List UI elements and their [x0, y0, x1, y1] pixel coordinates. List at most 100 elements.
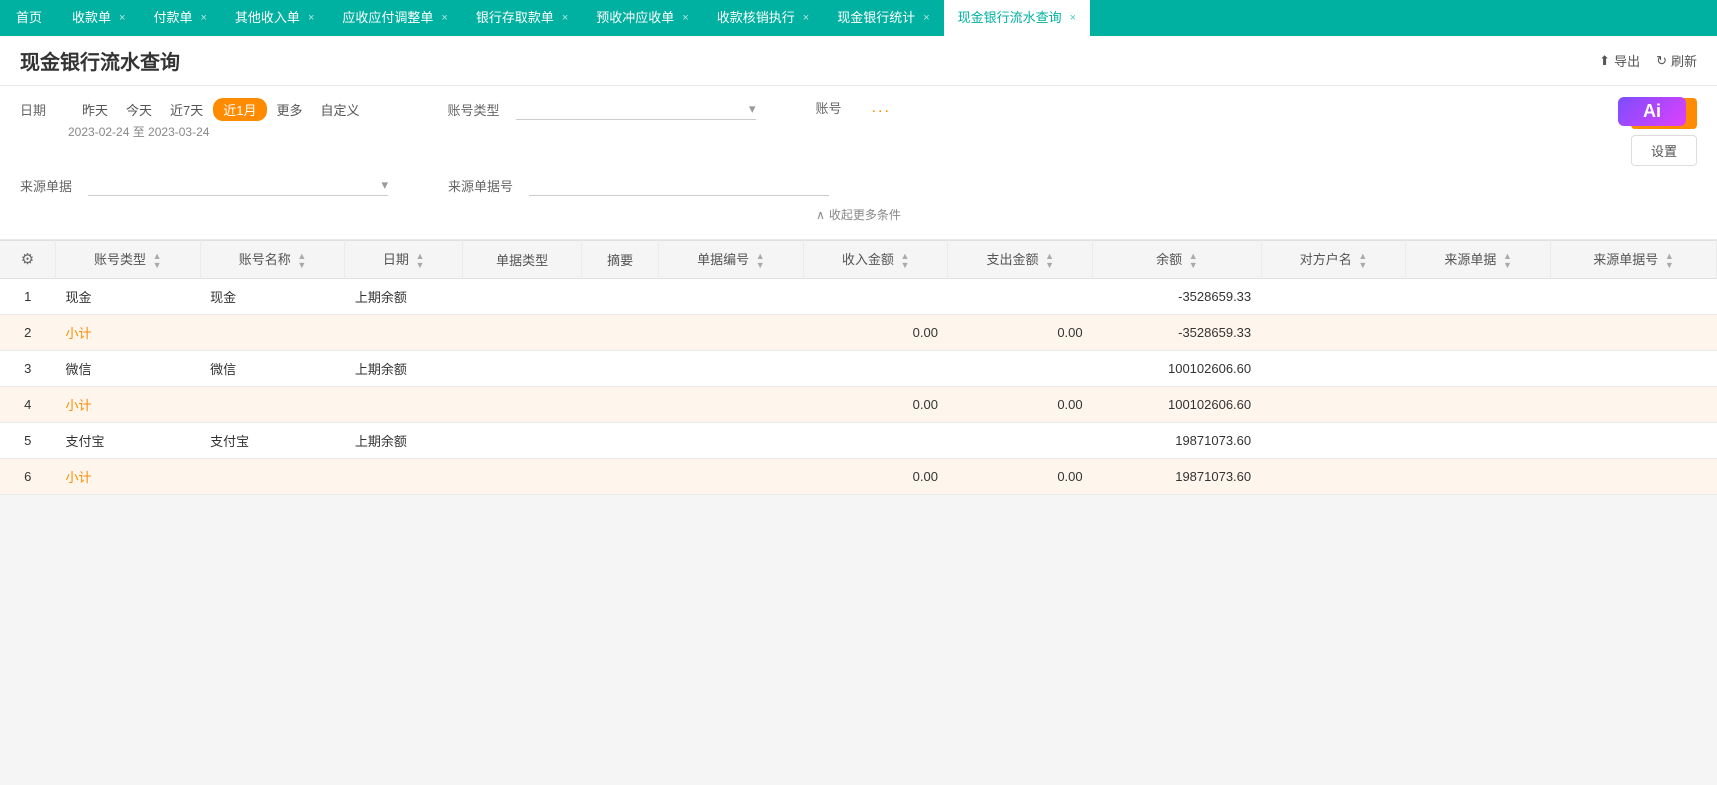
close-icon[interactable]: ×: [803, 0, 809, 36]
table-cell: 上期余额: [345, 278, 463, 314]
nav-item-1[interactable]: 付款单 ×: [139, 0, 220, 36]
date-today[interactable]: 今天: [118, 98, 160, 121]
nav-item-2[interactable]: 其他收入单 ×: [221, 0, 328, 36]
col-doc-no[interactable]: 单据编号 ▲▼: [659, 241, 804, 279]
date-label: 日期: [20, 100, 60, 119]
table-cell: 0.00: [948, 314, 1093, 350]
col-source-doc-no[interactable]: 来源单据号 ▲▼: [1551, 241, 1717, 279]
sort-icon: ▲▼: [1665, 252, 1674, 270]
close-icon[interactable]: ×: [119, 0, 125, 36]
date-custom[interactable]: 自定义: [313, 98, 368, 121]
sort-icon: ▲▼: [1503, 252, 1512, 270]
table-cell: [462, 278, 581, 314]
close-icon[interactable]: ×: [682, 0, 688, 36]
ai-button[interactable]: Ai: [1618, 97, 1686, 126]
table-cell: 现金: [200, 278, 345, 314]
source-doc-arrow-icon[interactable]: ▾: [381, 177, 388, 193]
table-row: 4小计0.000.00100102606.60: [0, 386, 1717, 422]
table-cell: [462, 314, 581, 350]
table-cell: [948, 350, 1093, 386]
col-summary[interactable]: 摘要: [582, 241, 659, 279]
header-actions: ⬆ 导出 ↻ 刷新: [1599, 51, 1697, 70]
account-type-select[interactable]: ▾: [516, 98, 756, 120]
source-doc-label: 来源单据: [20, 176, 72, 195]
col-account-name[interactable]: 账号名称 ▲▼: [200, 241, 345, 279]
col-account-type[interactable]: 账号类型 ▲▼: [55, 241, 200, 279]
nav-item-7[interactable]: 现金银行统计 ×: [823, 0, 943, 36]
date-more[interactable]: 更多: [269, 98, 311, 121]
col-income[interactable]: 收入金额 ▲▼: [803, 241, 948, 279]
table-cell: [659, 314, 804, 350]
account-ellipsis[interactable]: ...: [872, 99, 891, 117]
table-cell: [345, 458, 463, 494]
table-cell: 0.00: [803, 458, 948, 494]
nav-item-0[interactable]: 收款单 ×: [58, 0, 139, 36]
refresh-button[interactable]: ↻ 刷新: [1656, 51, 1697, 70]
export-button[interactable]: ⬆ 导出: [1599, 51, 1640, 70]
close-icon[interactable]: ×: [1070, 0, 1076, 36]
close-icon[interactable]: ×: [200, 0, 206, 36]
table-cell: 2: [0, 314, 55, 350]
date-range: 2023-02-24 至 2023-03-24: [68, 123, 368, 140]
table-cell: [582, 458, 659, 494]
sort-icon: ▲▼: [153, 252, 162, 270]
table-cell: [803, 422, 948, 458]
table-cell: [948, 278, 1093, 314]
date-7days[interactable]: 近7天: [162, 98, 211, 121]
table-cell: 3: [0, 350, 55, 386]
col-balance[interactable]: 余额 ▲▼: [1093, 241, 1262, 279]
table-cell: [345, 314, 463, 350]
account-type-input[interactable]: [516, 98, 749, 119]
table-cell: [1406, 386, 1551, 422]
date-yesterday[interactable]: 昨天: [74, 98, 116, 121]
filter-area: 日期 昨天 今天 近7天 近1月 更多 自定义 2023-02-24 至 202…: [0, 86, 1717, 240]
table-cell: [1261, 458, 1406, 494]
table-cell: [803, 278, 948, 314]
table-cell: [462, 350, 581, 386]
close-icon[interactable]: ×: [441, 0, 447, 36]
col-expense[interactable]: 支出金额 ▲▼: [948, 241, 1093, 279]
sort-icon: ▲▼: [416, 252, 425, 270]
nav-item-8[interactable]: 现金银行流水查询 ×: [944, 0, 1090, 36]
col-gear[interactable]: ⚙: [0, 241, 55, 279]
nav-item-3[interactable]: 应收应付调整单 ×: [328, 0, 461, 36]
col-date[interactable]: 日期 ▲▼: [345, 241, 463, 279]
source-doc-no-input-wrapper[interactable]: [529, 174, 829, 196]
gear-icon[interactable]: ⚙: [21, 251, 34, 268]
nav-item-5[interactable]: 预收冲应收单 ×: [582, 0, 702, 36]
col-counterparty[interactable]: 对方户名 ▲▼: [1261, 241, 1406, 279]
table-cell: 100102606.60: [1093, 386, 1262, 422]
table-cell: 6: [0, 458, 55, 494]
source-doc-select[interactable]: ▾: [88, 174, 388, 196]
table-cell: 19871073.60: [1093, 422, 1262, 458]
settings-button[interactable]: 设置: [1631, 135, 1697, 166]
source-doc-input[interactable]: [88, 174, 381, 195]
source-doc-no-input[interactable]: [529, 174, 829, 195]
export-icon: ⬆: [1599, 53, 1610, 69]
col-doc-type[interactable]: 单据类型: [462, 241, 581, 279]
nav-item-6[interactable]: 收款核销执行 ×: [703, 0, 823, 36]
table-cell: [948, 422, 1093, 458]
table-cell: [582, 278, 659, 314]
table-cell: [1406, 278, 1551, 314]
table-cell: [1261, 314, 1406, 350]
date-1month[interactable]: 近1月: [213, 98, 266, 121]
nav-item-4[interactable]: 银行存取款单 ×: [462, 0, 582, 36]
table-row: 1现金现金上期余额-3528659.33: [0, 278, 1717, 314]
table-cell: 现金: [55, 278, 200, 314]
table-row: 5支付宝支付宝上期余额19871073.60: [0, 422, 1717, 458]
close-icon[interactable]: ×: [308, 0, 314, 36]
table-cell: [659, 386, 804, 422]
close-icon[interactable]: ×: [923, 0, 929, 36]
collapse-bar[interactable]: ∧ 收起更多条件: [20, 202, 1697, 231]
nav-home[interactable]: 首页: [0, 0, 58, 36]
table-cell: -3528659.33: [1093, 278, 1262, 314]
dropdown-arrow-icon[interactable]: ▾: [749, 101, 756, 117]
table-cell: [1406, 422, 1551, 458]
table-cell: -3528659.33: [1093, 314, 1262, 350]
source-doc-no-label: 来源单据号: [448, 176, 513, 195]
close-icon[interactable]: ×: [562, 0, 568, 36]
table-cell: 微信: [200, 350, 345, 386]
col-source-doc[interactable]: 来源单据 ▲▼: [1406, 241, 1551, 279]
account-label: 账号: [816, 98, 856, 117]
